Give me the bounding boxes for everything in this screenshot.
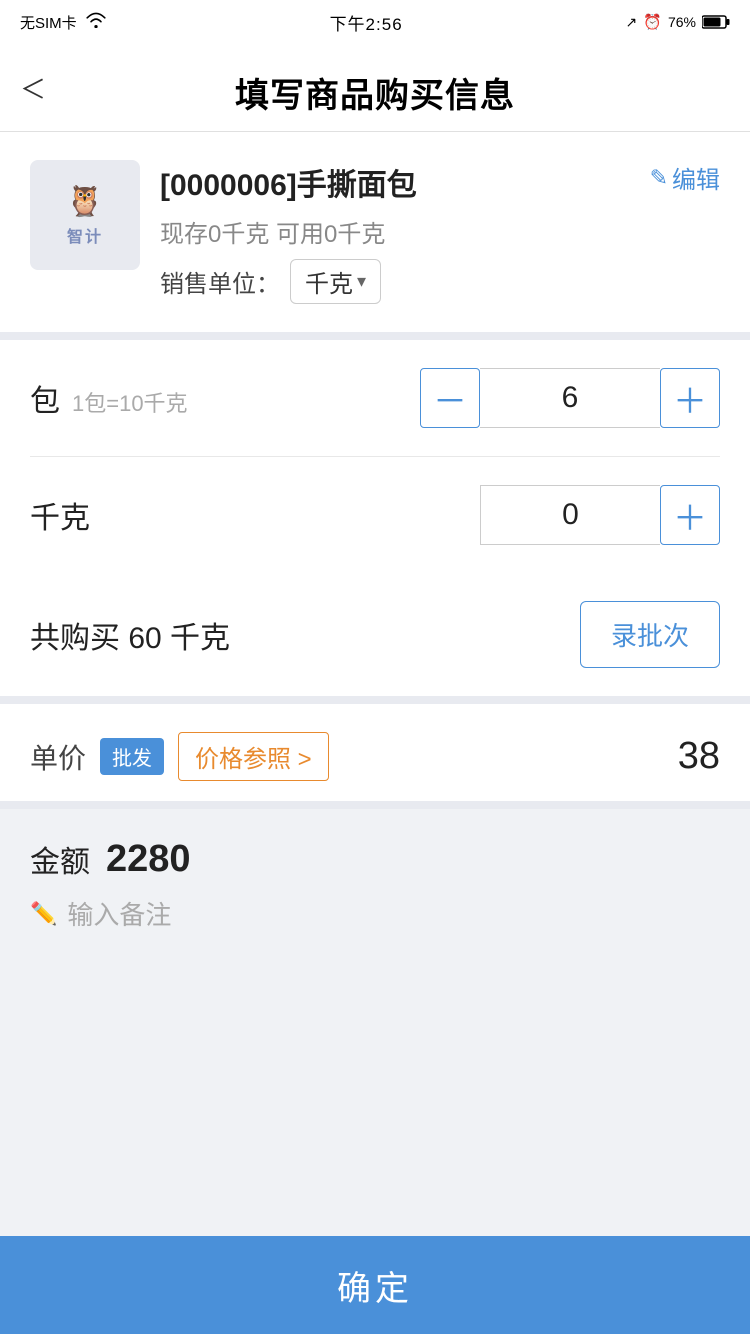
product-thumbnail: 🦉 智计 [30,160,140,270]
location-icon: ↗ [626,14,638,31]
price-tag: 批发 [100,738,164,775]
carrier-text: 无SIM卡 [20,12,77,33]
confirm-button[interactable]: 确定 [0,1236,750,1334]
status-right: ↗ ⏰ 76% [626,13,730,31]
kg-label: 千克 [30,493,90,537]
package-input-row: 包 1包=10千克 － 6 ＋ [30,340,720,457]
status-time: 下午2:56 [330,10,403,35]
amount-label: 金额 [30,837,90,881]
wifi-icon [85,12,107,32]
page-title: 填写商品购买信息 [235,68,515,117]
product-info: [0000006]手撕面包 ✎ 编辑 现存0千克 可用0千克 销售单位： 千克 … [160,160,720,304]
product-unit-row: 销售单位： 千克 ▾ [160,259,720,304]
package-increment-button[interactable]: ＋ [660,368,720,428]
product-stock: 现存0千克 可用0千克 [160,214,720,249]
status-bar: 无SIM卡 下午2:56 ↗ ⏰ 76% [0,0,750,44]
battery-icon [702,15,730,29]
edit-label: 编辑 [672,160,720,195]
status-left: 无SIM卡 [20,12,107,33]
chevron-down-icon: ▾ [357,271,366,292]
package-input[interactable]: 6 [480,368,660,428]
amount-section: 金额 2280 ✏️ 输入备注 [0,809,750,952]
kg-qty-control: 0 ＋ [480,485,720,545]
pencil-icon: ✏️ [30,901,57,927]
back-button[interactable]: ＜ [20,69,46,106]
amount-value: 2280 [106,838,191,881]
package-decrement-button[interactable]: － [420,368,480,428]
empty-area [0,952,750,1272]
price-value: 38 [678,735,720,778]
unit-label: 销售单位： [160,264,280,299]
remark-placeholder: 输入备注 [67,895,171,932]
kg-input-row: 千克 0 ＋ [30,457,720,573]
alarm-icon: ⏰ [643,13,662,31]
amount-row: 金额 2280 [30,837,720,881]
summary-text: 共购买 60 千克 [30,613,230,657]
price-ref-button[interactable]: 价格参照 > [178,732,329,781]
remark-row[interactable]: ✏️ 输入备注 [30,895,720,932]
price-row: 单价 批发 价格参照 > 38 [30,732,720,781]
price-ref-label: 价格参照 > [195,739,312,774]
product-name: [0000006]手撕面包 [160,160,417,204]
edit-icon: ✎ [650,165,668,191]
summary-row: 共购买 60 千克 录批次 [0,573,750,704]
product-logo-icon: 🦉 [66,184,103,219]
input-section: 包 1包=10千克 － 6 ＋ 千克 0 ＋ [0,340,750,573]
price-section: 单价 批发 价格参照 > 38 [0,704,750,809]
package-hint: 1包=10千克 [72,386,188,418]
nav-bar: ＜ 填写商品购买信息 [0,44,750,132]
kg-increment-button[interactable]: ＋ [660,485,720,545]
product-card: 🦉 智计 [0000006]手撕面包 ✎ 编辑 现存0千克 可用0千克 销售单位… [0,132,750,340]
package-qty-control: － 6 ＋ [420,368,720,428]
battery-text: 76% [668,14,696,30]
unit-value: 千克 [305,264,353,299]
price-label: 单价 [30,737,86,777]
product-brand: 智计 [67,223,103,247]
batch-button[interactable]: 录批次 [580,601,720,668]
kg-input[interactable]: 0 [480,485,660,545]
unit-select[interactable]: 千克 ▾ [290,259,381,304]
package-label: 包 1包=10千克 [30,376,188,420]
edit-button[interactable]: ✎ 编辑 [650,160,720,195]
price-label-group: 单价 批发 价格参照 > [30,732,329,781]
